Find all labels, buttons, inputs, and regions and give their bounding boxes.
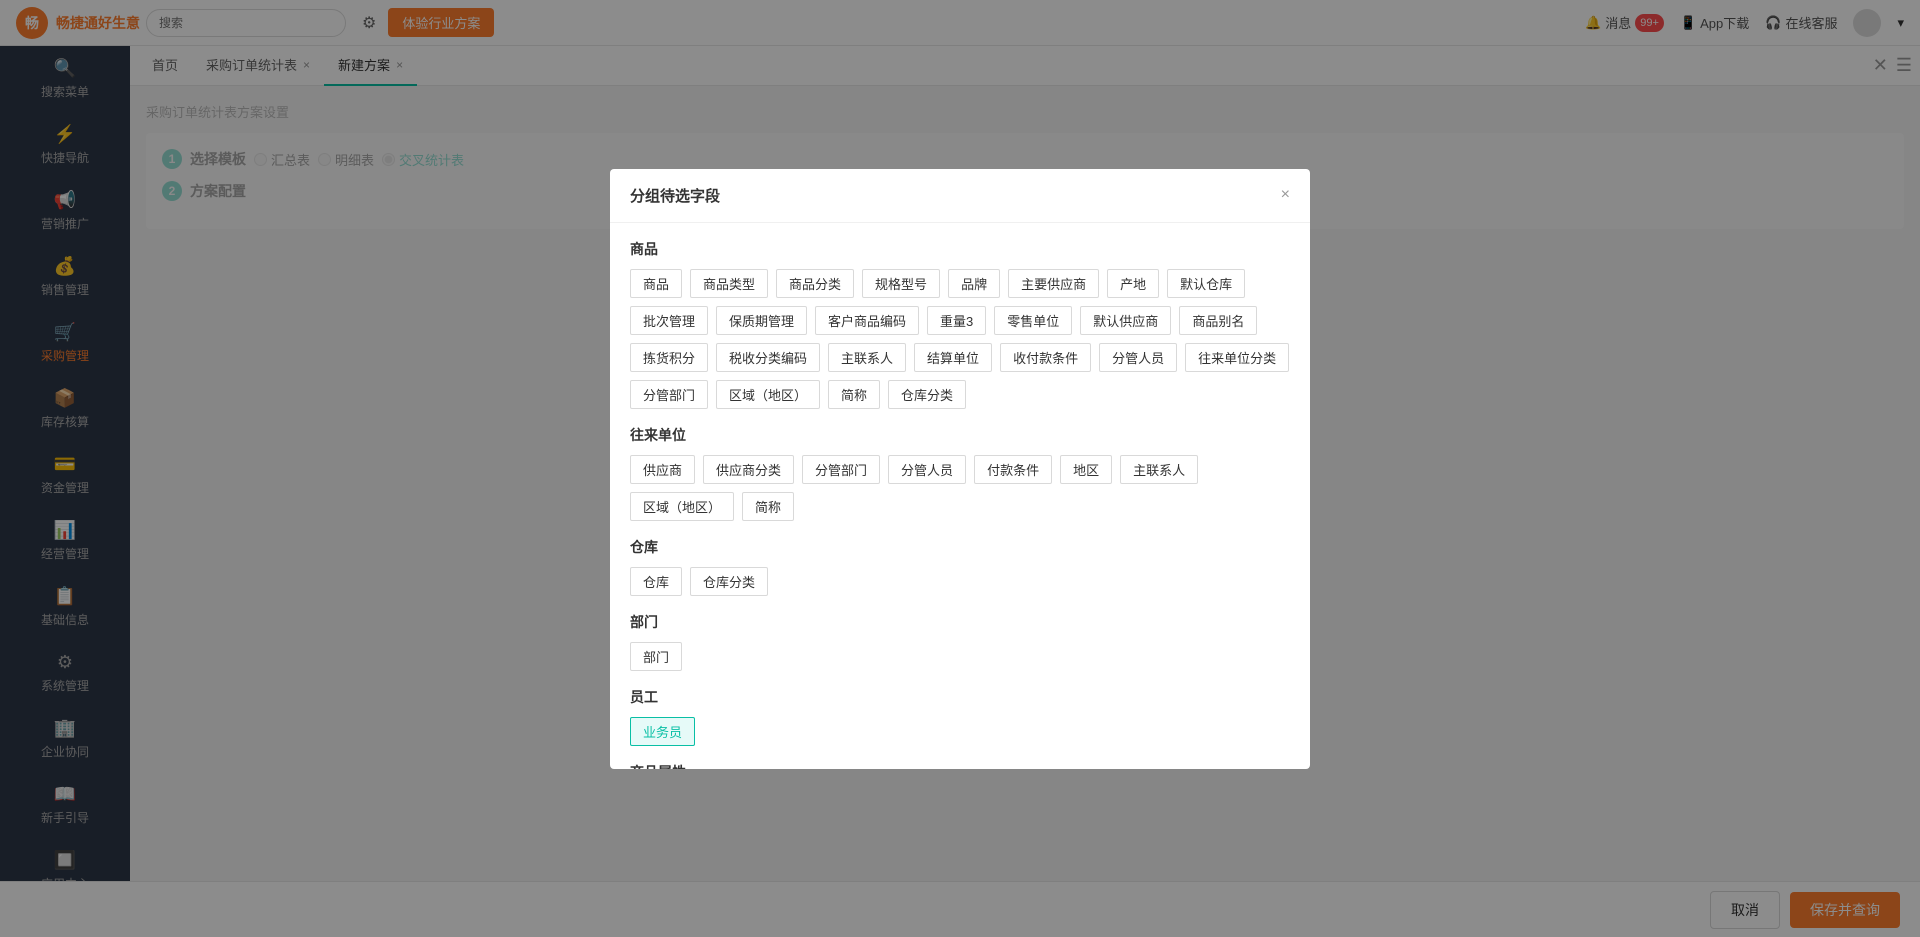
modal-overlay: 分组待选字段 × 商品 商品 商品类型 商品分类 规格型号 品牌 主要供应商 产… — [0, 0, 1920, 937]
field-tag-default-supplier[interactable]: 默认供应商 — [1080, 306, 1171, 335]
field-tag-payment-condition[interactable]: 付款条件 — [974, 455, 1052, 484]
department-fields: 部门 — [630, 642, 1290, 671]
goods-section: 商品 商品 商品类型 商品分类 规格型号 品牌 主要供应商 产地 默认仓库 批次… — [630, 239, 1290, 409]
field-tag-salesperson[interactable]: 业务员 — [630, 717, 695, 746]
field-tag-supplier[interactable]: 供应商 — [630, 455, 695, 484]
field-tag-pick-points[interactable]: 拣货积分 — [630, 343, 708, 372]
field-tag-weight3[interactable]: 重量3 — [927, 306, 986, 335]
warehouse-section: 仓库 仓库 仓库分类 — [630, 537, 1290, 596]
field-tag-warehouse-category[interactable]: 仓库分类 — [888, 380, 966, 409]
field-tag-short-name[interactable]: 简称 — [828, 380, 880, 409]
department-section: 部门 部门 — [630, 612, 1290, 671]
field-tag-brand[interactable]: 品牌 — [948, 269, 1000, 298]
field-select-modal: 分组待选字段 × 商品 商品 商品类型 商品分类 规格型号 品牌 主要供应商 产… — [610, 169, 1310, 769]
field-tag-short-name2[interactable]: 简称 — [742, 492, 794, 521]
field-tag-goods[interactable]: 商品 — [630, 269, 682, 298]
goods-fields: 商品 商品类型 商品分类 规格型号 品牌 主要供应商 产地 默认仓库 批次管理 … — [630, 269, 1290, 409]
staff-section: 员工 业务员 — [630, 687, 1290, 746]
field-tag-retail-unit[interactable]: 零售单位 — [994, 306, 1072, 335]
partner-section: 往来单位 供应商 供应商分类 分管部门 分管人员 付款条件 地区 主联系人 区域… — [630, 425, 1290, 521]
staff-section-title: 员工 — [630, 687, 1290, 707]
field-tag-dept-person[interactable]: 分管人员 — [888, 455, 966, 484]
field-tag-region2[interactable]: 区域（地区） — [630, 492, 734, 521]
field-tag-batch-mgmt[interactable]: 批次管理 — [630, 306, 708, 335]
goods-attrs-section: 商品属性 属性 颜色 多规格 尺码 鞋码 1 — [630, 762, 1290, 769]
field-tag-default-warehouse[interactable]: 默认仓库 — [1167, 269, 1245, 298]
department-section-title: 部门 — [630, 612, 1290, 632]
field-tag-payment-terms[interactable]: 收付款条件 — [1000, 343, 1091, 372]
modal-close-button[interactable]: × — [1281, 186, 1290, 204]
partner-section-title: 往来单位 — [630, 425, 1290, 445]
field-tag-supplier-category[interactable]: 供应商分类 — [703, 455, 794, 484]
field-tag-tax-code[interactable]: 税收分类编码 — [716, 343, 820, 372]
field-tag-wh-category[interactable]: 仓库分类 — [690, 567, 768, 596]
field-tag-settlement-unit[interactable]: 结算单位 — [914, 343, 992, 372]
modal-header: 分组待选字段 × — [610, 169, 1310, 223]
field-tag-partner-category[interactable]: 往来单位分类 — [1185, 343, 1289, 372]
field-tag-main-contact[interactable]: 主联系人 — [1120, 455, 1198, 484]
goods-attrs-section-title: 商品属性 — [630, 762, 1290, 769]
modal-body: 商品 商品 商品类型 商品分类 规格型号 品牌 主要供应商 产地 默认仓库 批次… — [610, 223, 1310, 769]
field-tag-wh[interactable]: 仓库 — [630, 567, 682, 596]
field-tag-dept[interactable]: 分管部门 — [802, 455, 880, 484]
field-tag-spec-type[interactable]: 规格型号 — [862, 269, 940, 298]
field-tag-goods-alias[interactable]: 商品别名 — [1179, 306, 1257, 335]
field-tag-main-supplier[interactable]: 主要供应商 — [1008, 269, 1099, 298]
field-tag-expiry-mgmt[interactable]: 保质期管理 — [716, 306, 807, 335]
field-tag-contact-person[interactable]: 主联系人 — [828, 343, 906, 372]
field-tag-supervisor[interactable]: 分管人员 — [1099, 343, 1177, 372]
field-tag-goods-category[interactable]: 商品分类 — [776, 269, 854, 298]
warehouse-fields: 仓库 仓库分类 — [630, 567, 1290, 596]
field-tag-mgmt-dept[interactable]: 分管部门 — [630, 380, 708, 409]
field-tag-dept2[interactable]: 部门 — [630, 642, 682, 671]
goods-section-title: 商品 — [630, 239, 1290, 259]
field-tag-region[interactable]: 区域（地区） — [716, 380, 820, 409]
field-tag-customer-code[interactable]: 客户商品编码 — [815, 306, 919, 335]
partner-fields: 供应商 供应商分类 分管部门 分管人员 付款条件 地区 主联系人 区域（地区） … — [630, 455, 1290, 521]
field-tag-area[interactable]: 地区 — [1060, 455, 1112, 484]
field-tag-origin[interactable]: 产地 — [1107, 269, 1159, 298]
warehouse-section-title: 仓库 — [630, 537, 1290, 557]
modal-title: 分组待选字段 — [630, 185, 720, 206]
field-tag-goods-type[interactable]: 商品类型 — [690, 269, 768, 298]
staff-fields: 业务员 — [630, 717, 1290, 746]
